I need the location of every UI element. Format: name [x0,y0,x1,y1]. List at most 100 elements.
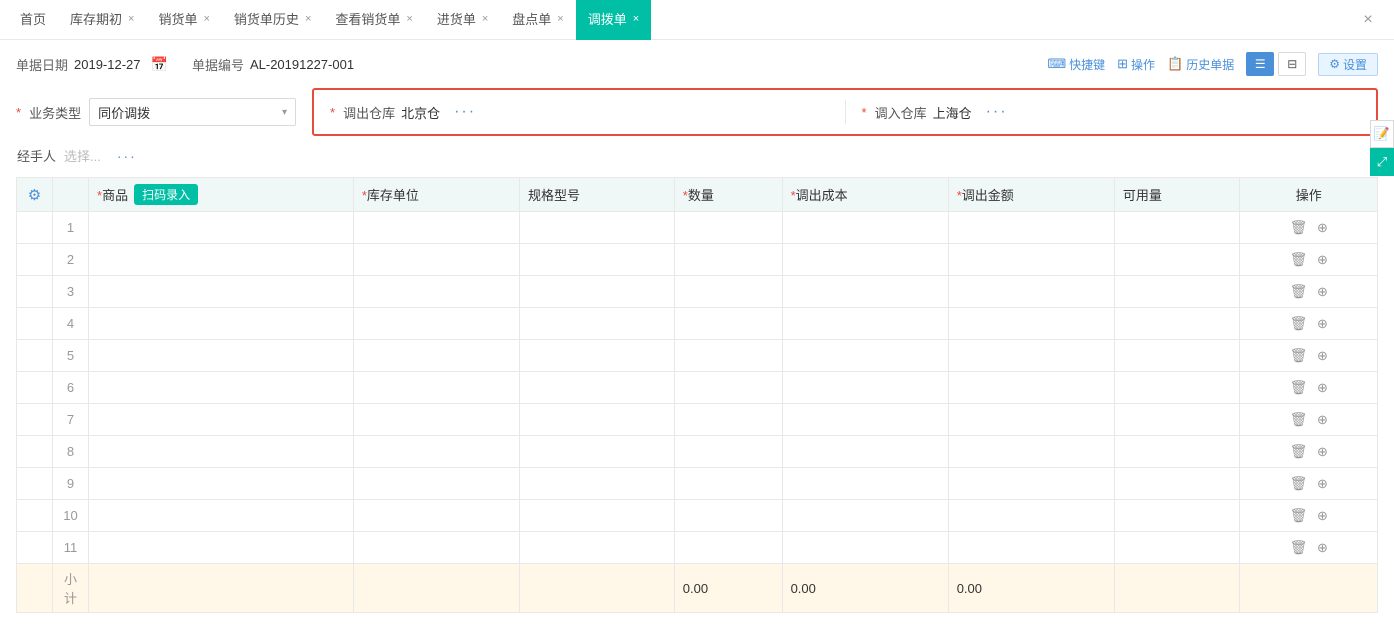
tab-close-icon[interactable]: × [482,13,488,25]
copy-row-icon[interactable]: ⊕ [1314,540,1331,555]
tab-close-icon[interactable]: × [203,13,209,25]
operations-button[interactable]: ⊞ 操作 [1117,56,1155,73]
row-qty[interactable] [674,340,782,372]
row-qty[interactable] [674,500,782,532]
row-spec[interactable] [519,404,674,436]
tab-close-icon[interactable]: × [305,13,311,25]
row-spec[interactable] [519,308,674,340]
copy-row-icon[interactable]: ⊕ [1314,252,1331,267]
delete-row-icon[interactable]: 🗑 [1287,475,1311,491]
list-view-button[interactable]: ☰ [1246,52,1274,76]
row-product[interactable] [89,468,354,500]
row-product[interactable] [89,436,354,468]
row-cost[interactable] [782,244,948,276]
row-qty[interactable] [674,436,782,468]
row-unit[interactable] [353,244,519,276]
copy-row-icon[interactable]: ⊕ [1314,220,1331,235]
row-unit[interactable] [353,500,519,532]
row-amount[interactable] [948,404,1114,436]
row-spec[interactable] [519,244,674,276]
tab-inventory-init[interactable]: 库存期初 × [58,0,146,40]
scan-btn[interactable]: 扫码录入 [134,184,198,205]
row-amount[interactable] [948,468,1114,500]
row-cost[interactable] [782,276,948,308]
copy-row-icon[interactable]: ⊕ [1314,284,1331,299]
row-product[interactable] [89,532,354,564]
person-more-icon[interactable]: ··· [117,148,137,164]
column-settings-icon[interactable]: ⚙ [28,187,41,204]
row-unit[interactable] [353,308,519,340]
row-qty[interactable] [674,276,782,308]
tab-close-icon[interactable]: × [128,13,134,25]
row-cost[interactable] [782,532,948,564]
row-amount[interactable] [948,532,1114,564]
row-amount[interactable] [948,212,1114,244]
row-cost[interactable] [782,308,948,340]
row-spec[interactable] [519,212,674,244]
warehouse-in-more-icon[interactable]: ··· [986,103,1008,121]
copy-row-icon[interactable]: ⊕ [1314,412,1331,427]
copy-row-icon[interactable]: ⊕ [1314,476,1331,491]
settings-button[interactable]: ⚙ 设置 [1318,53,1378,76]
row-unit[interactable] [353,276,519,308]
col-header-gear[interactable]: ⚙ [17,178,53,212]
delete-row-icon[interactable]: 🗑 [1287,347,1311,363]
row-cost[interactable] [782,404,948,436]
row-product[interactable] [89,276,354,308]
row-cost[interactable] [782,436,948,468]
person-select[interactable]: 选择... [64,146,101,165]
row-qty[interactable] [674,532,782,564]
row-unit[interactable] [353,532,519,564]
row-spec[interactable] [519,468,674,500]
tab-view-sales[interactable]: 查看销货单 × [323,0,424,40]
tab-sales-order[interactable]: 销货单 × [146,0,221,40]
row-unit[interactable] [353,436,519,468]
delete-row-icon[interactable]: 🗑 [1287,251,1311,267]
row-spec[interactable] [519,276,674,308]
grid-view-button[interactable]: ⊟ [1278,52,1306,76]
row-amount[interactable] [948,340,1114,372]
row-cost[interactable] [782,372,948,404]
row-spec[interactable] [519,532,674,564]
row-spec[interactable] [519,372,674,404]
tab-home[interactable]: 首页 [8,0,58,40]
row-product[interactable] [89,340,354,372]
delete-row-icon[interactable]: 🗑 [1287,539,1311,555]
copy-row-icon[interactable]: ⊕ [1314,508,1331,523]
tab-close-icon[interactable]: × [406,13,412,25]
row-product[interactable] [89,212,354,244]
row-qty[interactable] [674,244,782,276]
row-qty[interactable] [674,372,782,404]
row-spec[interactable] [519,500,674,532]
tab-sales-history[interactable]: 销货单历史 × [222,0,323,40]
history-button[interactable]: 📋 历史单据 [1167,56,1234,73]
row-unit[interactable] [353,340,519,372]
row-qty[interactable] [674,404,782,436]
row-product[interactable] [89,500,354,532]
row-spec[interactable] [519,340,674,372]
tab-inventory-check[interactable]: 盘点单 × [500,0,575,40]
delete-row-icon[interactable]: 🗑 [1287,315,1311,331]
copy-row-icon[interactable]: ⊕ [1314,348,1331,363]
warehouse-out-more-icon[interactable]: ··· [454,103,476,121]
row-qty[interactable] [674,308,782,340]
delete-row-icon[interactable]: 🗑 [1287,379,1311,395]
row-unit[interactable] [353,212,519,244]
row-cost[interactable] [782,500,948,532]
row-qty[interactable] [674,468,782,500]
row-amount[interactable] [948,436,1114,468]
row-product[interactable] [89,372,354,404]
calendar-icon[interactable]: 📅 [151,56,168,73]
row-product[interactable] [89,308,354,340]
right-panel-expand-btn[interactable]: ⤢ [1370,148,1394,176]
delete-row-icon[interactable]: 🗑 [1287,283,1311,299]
shortcuts-button[interactable]: ⌨ 快捷键 [1047,56,1105,73]
business-type-select[interactable]: 同价调拨 ▾ [89,98,296,126]
row-cost[interactable] [782,212,948,244]
row-unit[interactable] [353,468,519,500]
copy-row-icon[interactable]: ⊕ [1314,316,1331,331]
row-product[interactable] [89,244,354,276]
row-cost[interactable] [782,468,948,500]
right-panel-note-btn[interactable]: 📝 [1370,120,1394,148]
row-cost[interactable] [782,340,948,372]
